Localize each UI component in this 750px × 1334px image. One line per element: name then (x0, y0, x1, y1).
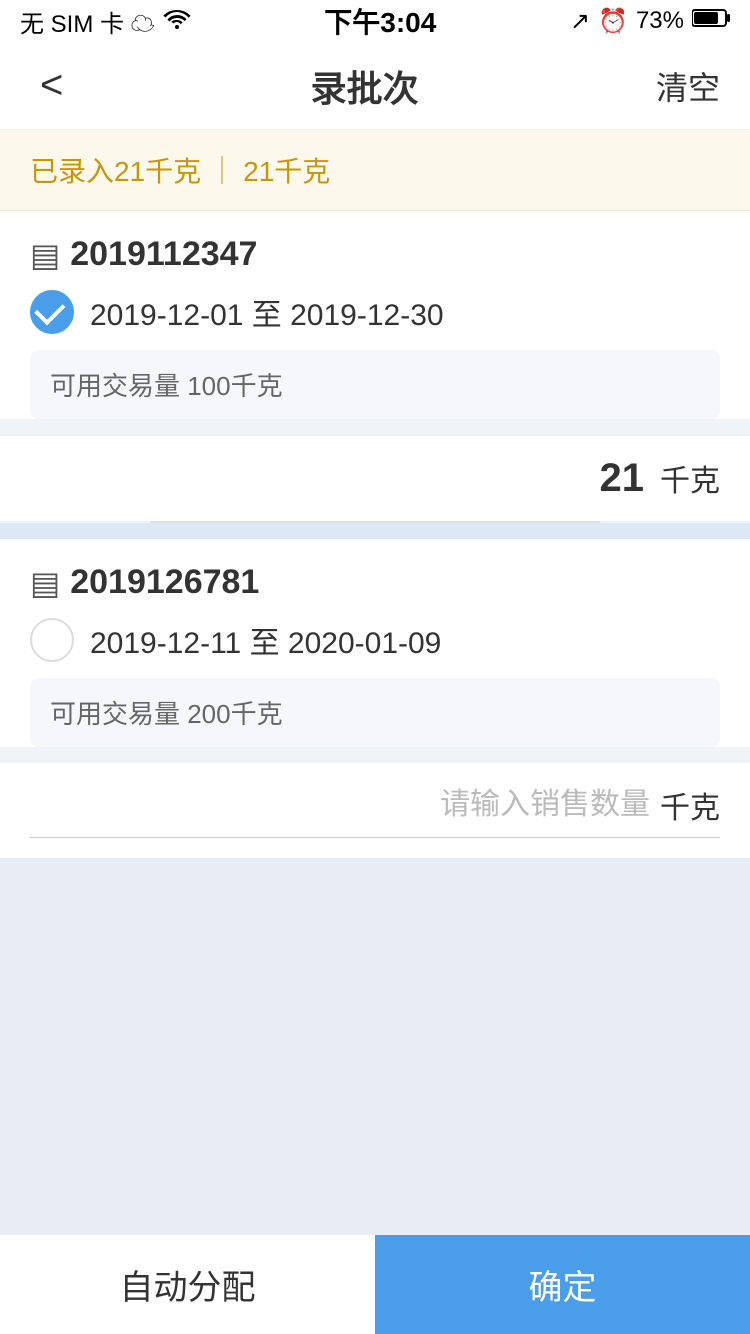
batch-2-input-wrapper: 千克 (0, 763, 750, 858)
bottom-bar: 自动分配 确定 (0, 1234, 750, 1334)
batch-1-date: 2019-12-01 至 2019-12-30 (90, 290, 444, 334)
batch-2-radio[interactable] (30, 618, 74, 662)
batch-2-input-unit: 千克 (660, 783, 720, 827)
page-title: 录批次 (311, 60, 419, 112)
total-label: 21千克 (243, 150, 330, 190)
alarm-icon: ⏰ (598, 7, 628, 36)
batch-1-amount-value: 21 (600, 456, 645, 501)
batch-2-date-row: 2019-12-11 至 2020-01-09 (30, 618, 720, 662)
batch-1-card[interactable]: ▤ 2019112347 2019-12-01 至 2019-12-30 可用交… (0, 211, 750, 419)
wifi-icon (163, 7, 191, 36)
status-left: 无 SIM 卡 ☁ (20, 4, 191, 39)
batch-1-icon: ▤ (30, 236, 60, 274)
batch-2-icon: ▤ (30, 564, 60, 602)
batch-1-availability: 可用交易量 100千克 (30, 350, 720, 419)
batch-2-card[interactable]: ▤ 2019126781 2019-12-11 至 2020-01-09 可用交… (0, 539, 750, 747)
auto-distribute-button[interactable]: 自动分配 (0, 1235, 375, 1334)
status-bar: 无 SIM 卡 ☁ 下午3:04 ↗ ⏰ 73% (0, 0, 750, 42)
nav-bar: < 录批次 清空 (0, 42, 750, 130)
batch-2-number: 2019126781 (70, 563, 259, 602)
location-icon: ↗ (570, 7, 590, 36)
clear-button[interactable]: 清空 (656, 63, 720, 109)
back-button[interactable]: < (30, 53, 73, 118)
recorded-label: 已录入21千克 (30, 150, 201, 190)
info-divider (221, 156, 223, 184)
batch-1-header: ▤ 2019112347 (30, 235, 720, 274)
battery-label: 73% (636, 7, 684, 35)
batch-1-date-row: 2019-12-01 至 2019-12-30 (30, 290, 720, 334)
batch-1-radio[interactable] (30, 290, 74, 334)
battery-icon (692, 7, 730, 35)
confirm-button[interactable]: 确定 (375, 1235, 750, 1334)
batch-1-amount-row: 21 千克 (0, 435, 750, 521)
status-right: ↗ ⏰ 73% (570, 7, 730, 36)
batch-1-amount-unit: 千克 (660, 456, 720, 500)
sim-label: 无 SIM 卡 ☁ (20, 4, 155, 39)
batch-2-quantity-input[interactable] (30, 788, 650, 822)
batch-2-input-inner: 千克 (30, 783, 720, 838)
empty-area (0, 858, 750, 1258)
status-time: 下午3:04 (324, 1, 436, 41)
section-separator (0, 523, 750, 539)
batch-2-header: ▤ 2019126781 (30, 563, 720, 602)
batch-1-number: 2019112347 (70, 235, 257, 274)
batch-2-date: 2019-12-11 至 2020-01-09 (90, 618, 441, 662)
info-banner: 已录入21千克 21千克 (0, 130, 750, 211)
batch-2-availability: 可用交易量 200千克 (30, 678, 720, 747)
